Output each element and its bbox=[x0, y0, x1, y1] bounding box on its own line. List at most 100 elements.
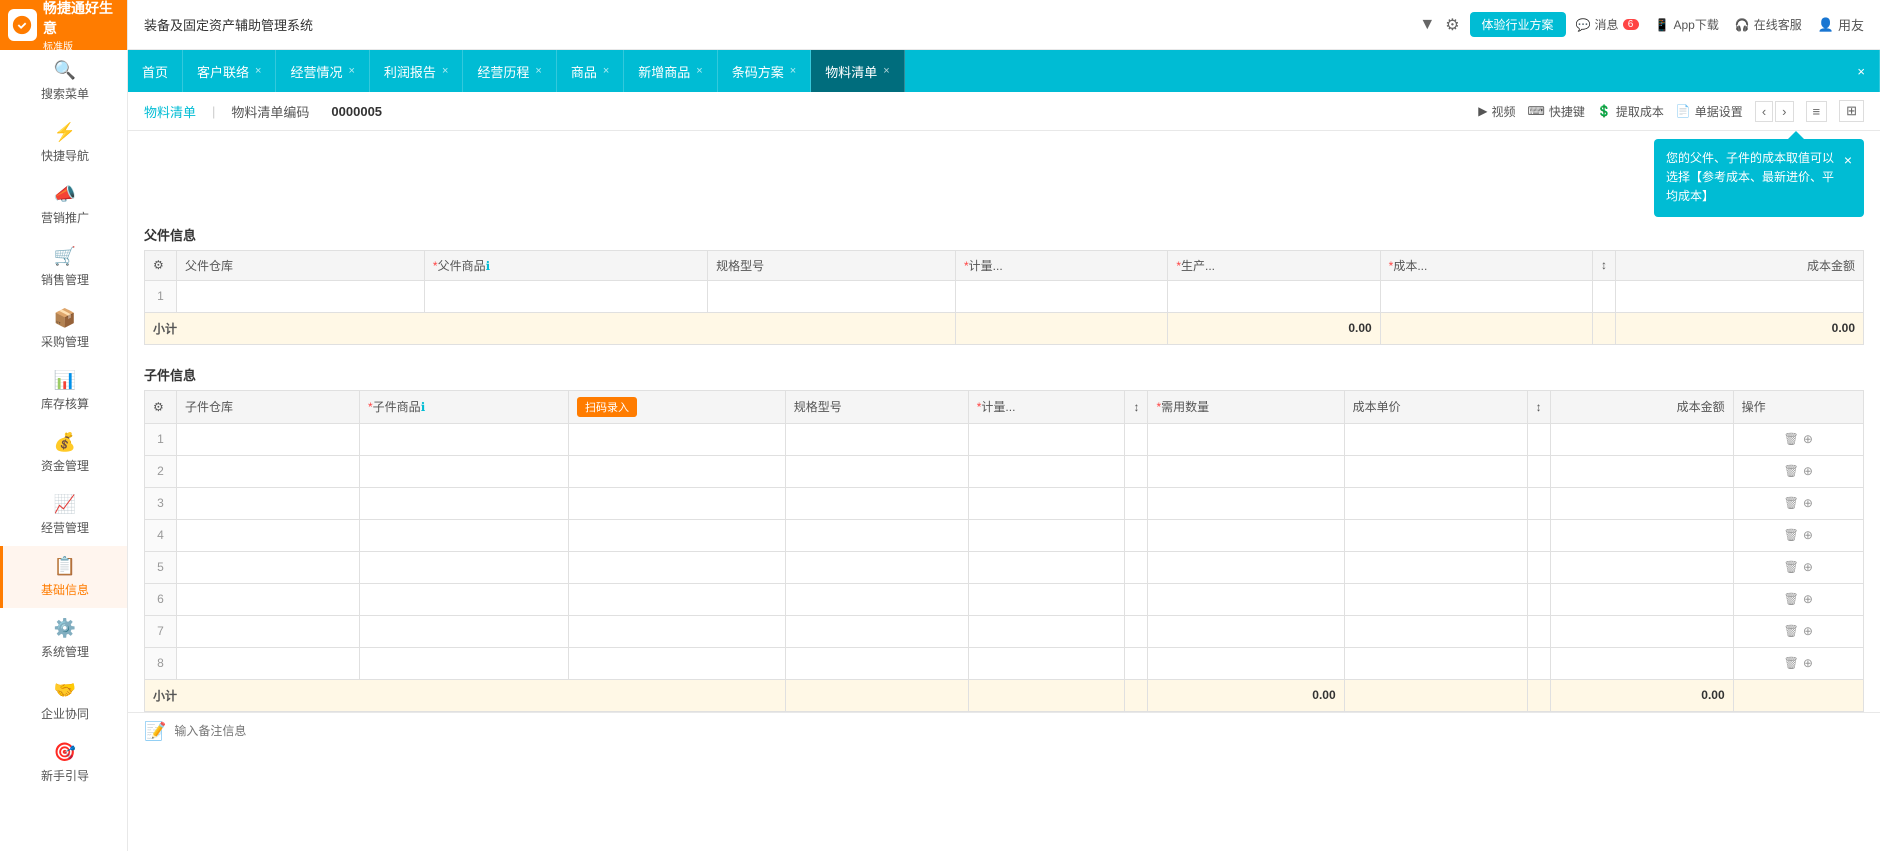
child-unit-1[interactable] bbox=[968, 423, 1125, 455]
sidebar-item-marketing[interactable]: 📣营销推广 bbox=[0, 174, 127, 236]
sidebar-item-guide[interactable]: 🎯新手引导 bbox=[0, 732, 127, 794]
child-spec-3[interactable] bbox=[785, 487, 968, 519]
delete-icon-3[interactable]: 🗑 bbox=[1784, 496, 1799, 510]
child-unit-cost-1[interactable] bbox=[1344, 423, 1527, 455]
parent-unit-1[interactable] bbox=[955, 280, 1167, 312]
nav-tab-goods[interactable]: 商品× bbox=[557, 50, 624, 92]
child-warehouse-8[interactable] bbox=[177, 647, 360, 679]
nav-tab-new-goods[interactable]: 新增商品× bbox=[624, 50, 717, 92]
tooltip-close-button[interactable]: × bbox=[1844, 149, 1852, 171]
expand-icon[interactable]: ⊞ bbox=[1839, 100, 1864, 122]
tab-close-goods[interactable]: × bbox=[603, 65, 609, 77]
child-warehouse-2[interactable] bbox=[177, 455, 360, 487]
child-product-8[interactable] bbox=[360, 647, 569, 679]
sidebar-item-cooperation[interactable]: 🤝企业协同 bbox=[0, 670, 127, 732]
user-area[interactable]: 👤 用友 bbox=[1818, 15, 1864, 34]
tab-close-bom[interactable]: × bbox=[883, 65, 889, 77]
parent-produce-1[interactable] bbox=[1168, 280, 1380, 312]
extract-cost-button[interactable]: 💲 提取成本 bbox=[1597, 103, 1664, 120]
child-qty-2[interactable] bbox=[1148, 455, 1344, 487]
delete-icon-8[interactable]: 🗑 bbox=[1784, 656, 1799, 670]
delete-icon-6[interactable]: 🗑 bbox=[1784, 592, 1799, 606]
child-qty-3[interactable] bbox=[1148, 487, 1344, 519]
child-qty-8[interactable] bbox=[1148, 647, 1344, 679]
nav-tab-customer[interactable]: 客户联络× bbox=[183, 50, 276, 92]
child-unit-8[interactable] bbox=[968, 647, 1125, 679]
child-product-2[interactable] bbox=[360, 455, 569, 487]
child-warehouse-6[interactable] bbox=[177, 583, 360, 615]
nav-tab-bom[interactable]: 物料清单× bbox=[811, 50, 904, 92]
child-qty-6[interactable] bbox=[1148, 583, 1344, 615]
delete-icon-4[interactable]: 🗑 bbox=[1784, 528, 1799, 542]
delete-icon-7[interactable]: 🗑 bbox=[1784, 624, 1799, 638]
child-unit-cost-2[interactable] bbox=[1344, 455, 1527, 487]
settings-icon[interactable]: ▼ bbox=[1419, 16, 1435, 34]
child-warehouse-7[interactable] bbox=[177, 615, 360, 647]
delete-icon-2[interactable]: 🗑 bbox=[1784, 464, 1799, 478]
child-qty-7[interactable] bbox=[1148, 615, 1344, 647]
child-spec-7[interactable] bbox=[785, 615, 968, 647]
child-unit-cost-5[interactable] bbox=[1344, 551, 1527, 583]
copy-icon-7[interactable]: ⊕ bbox=[1803, 624, 1813, 638]
nav-tab-home[interactable]: 首页 bbox=[128, 50, 183, 92]
menu-icon[interactable]: ≡ bbox=[1806, 101, 1828, 122]
sidebar-item-quick-nav[interactable]: ⚡快捷导航 bbox=[0, 112, 127, 174]
child-warehouse-4[interactable] bbox=[177, 519, 360, 551]
close-all-tabs-button[interactable]: × bbox=[1843, 50, 1880, 92]
sidebar-item-system[interactable]: ⚙️系统管理 bbox=[0, 608, 127, 670]
child-qty-4[interactable] bbox=[1148, 519, 1344, 551]
tab-close-barcode[interactable]: × bbox=[790, 65, 796, 77]
child-col-scan[interactable]: 扫码录入 bbox=[569, 390, 786, 423]
tab-close-new-goods[interactable]: × bbox=[696, 65, 702, 77]
copy-icon-3[interactable]: ⊕ bbox=[1803, 496, 1813, 510]
child-warehouse-5[interactable] bbox=[177, 551, 360, 583]
nav-tab-operations-status[interactable]: 经营情况× bbox=[276, 50, 369, 92]
delete-icon-5[interactable]: 🗑 bbox=[1784, 560, 1799, 574]
sidebar-item-finance[interactable]: 💰资金管理 bbox=[0, 422, 127, 484]
child-qty-1[interactable] bbox=[1148, 423, 1344, 455]
child-product-3[interactable] bbox=[360, 487, 569, 519]
parent-warehouse-1[interactable] bbox=[177, 280, 425, 312]
child-unit-cost-7[interactable] bbox=[1344, 615, 1527, 647]
sidebar-item-search[interactable]: 🔍搜索菜单 bbox=[0, 50, 127, 112]
child-unit-7[interactable] bbox=[968, 615, 1125, 647]
prev-arrow[interactable]: ‹ bbox=[1755, 101, 1773, 122]
child-unit-5[interactable] bbox=[968, 551, 1125, 583]
child-qty-5[interactable] bbox=[1148, 551, 1344, 583]
parent-product-1[interactable] bbox=[424, 280, 707, 312]
parent-cost-1[interactable] bbox=[1380, 280, 1592, 312]
copy-icon-6[interactable]: ⊕ bbox=[1803, 592, 1813, 606]
child-spec-6[interactable] bbox=[785, 583, 968, 615]
child-spec-5[interactable] bbox=[785, 551, 968, 583]
copy-icon-4[interactable]: ⊕ bbox=[1803, 528, 1813, 542]
tab-close-profit-report[interactable]: × bbox=[442, 65, 448, 77]
tab-close-operations-history[interactable]: × bbox=[535, 65, 541, 77]
next-arrow[interactable]: › bbox=[1775, 101, 1793, 122]
child-spec-8[interactable] bbox=[785, 647, 968, 679]
single-settings-button[interactable]: 📄 单据设置 bbox=[1676, 103, 1743, 120]
child-product-4[interactable] bbox=[360, 519, 569, 551]
copy-icon-8[interactable]: ⊕ bbox=[1803, 656, 1813, 670]
child-unit-cost-8[interactable] bbox=[1344, 647, 1527, 679]
online-service-button[interactable]: 🎧 在线客服 bbox=[1735, 16, 1802, 33]
sidebar-item-basic-info[interactable]: 📋基础信息 bbox=[0, 546, 127, 608]
nav-tab-operations-history[interactable]: 经营历程× bbox=[463, 50, 556, 92]
nav-tab-profit-report[interactable]: 利润报告× bbox=[370, 50, 463, 92]
experience-button[interactable]: 体验行业方案 bbox=[1470, 12, 1566, 37]
child-warehouse-3[interactable] bbox=[177, 487, 360, 519]
child-unit-cost-3[interactable] bbox=[1344, 487, 1527, 519]
app-download-button[interactable]: 📱 App下载 bbox=[1655, 16, 1719, 33]
child-unit-cost-6[interactable] bbox=[1344, 583, 1527, 615]
copy-icon-2[interactable]: ⊕ bbox=[1803, 464, 1813, 478]
copy-icon-1[interactable]: ⊕ bbox=[1803, 432, 1813, 446]
child-unit-3[interactable] bbox=[968, 487, 1125, 519]
child-product-7[interactable] bbox=[360, 615, 569, 647]
parent-col-settings[interactable]: ⚙ bbox=[145, 250, 177, 280]
child-product-6[interactable] bbox=[360, 583, 569, 615]
child-unit-4[interactable] bbox=[968, 519, 1125, 551]
child-unit-2[interactable] bbox=[968, 455, 1125, 487]
sidebar-item-purchase[interactable]: 📦采购管理 bbox=[0, 298, 127, 360]
sidebar-item-sales[interactable]: 🛒销售管理 bbox=[0, 236, 127, 298]
child-spec-2[interactable] bbox=[785, 455, 968, 487]
sidebar-item-inventory[interactable]: 📊库存核算 bbox=[0, 360, 127, 422]
